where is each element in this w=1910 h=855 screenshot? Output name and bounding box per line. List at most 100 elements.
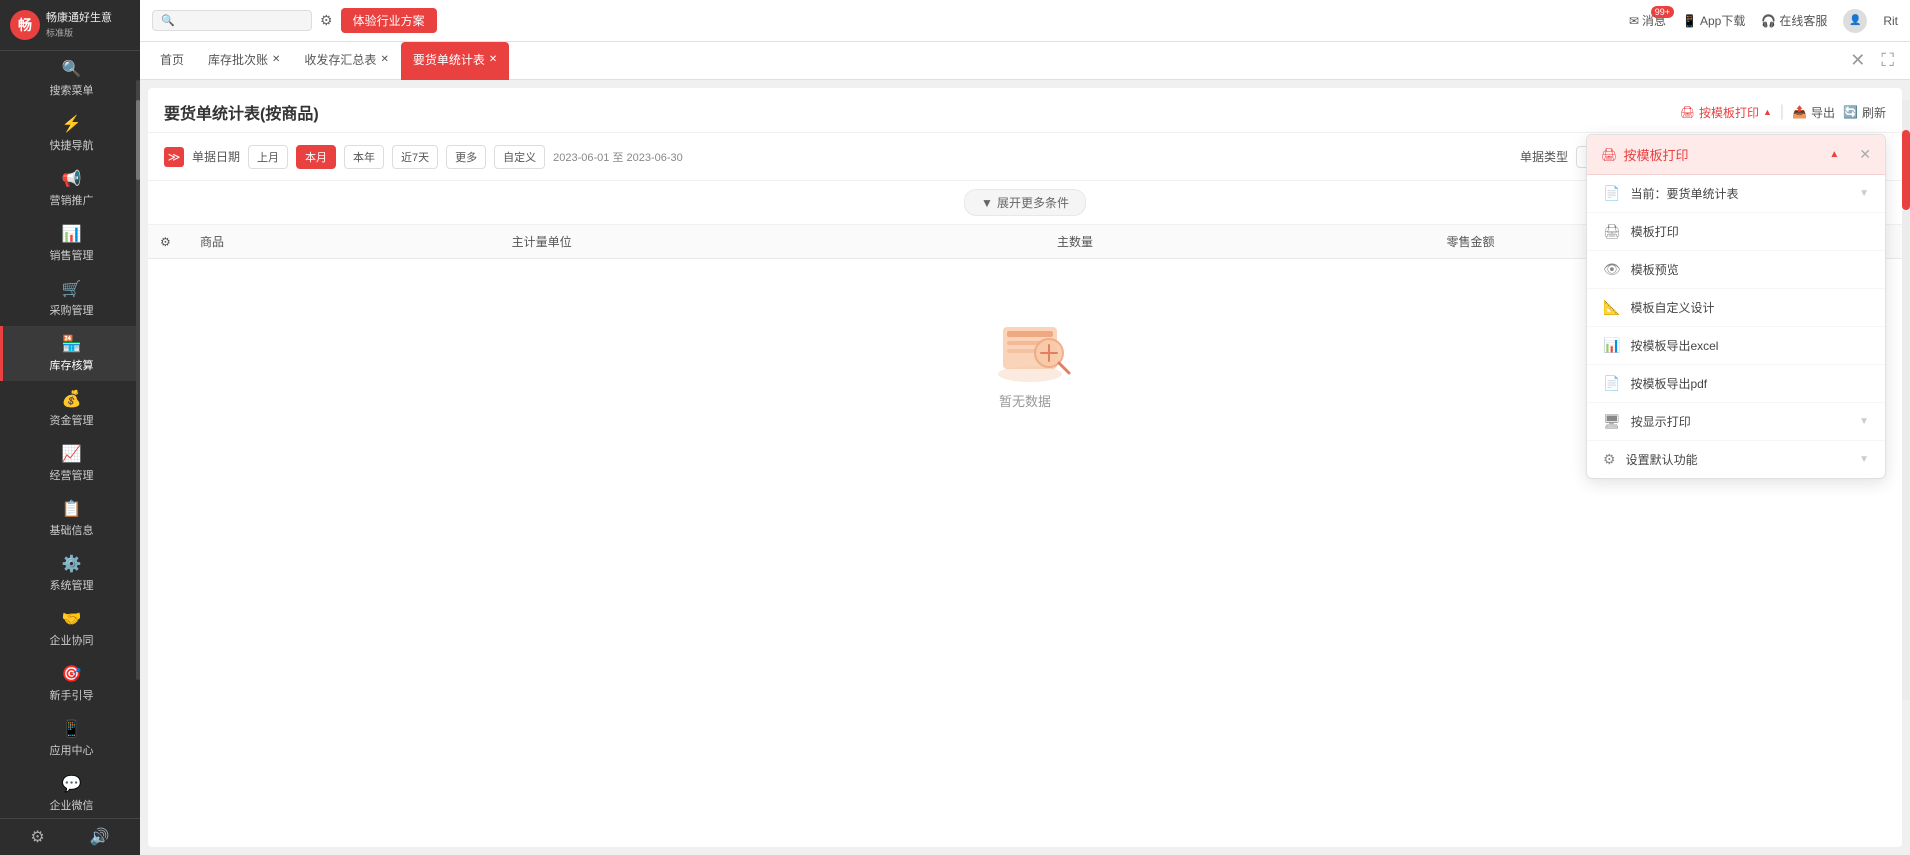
flash-icon: ⚡ [62,114,82,134]
topbar: 🔍 ⚙ 体验行业方案 ✉ 消息 99+ 📱 App下载 🎧 在线客服 👤 Rit [140,0,1910,42]
sidebar-bottom: ⚙ 🔊 [0,818,140,855]
page-header-actions: 🖨 按模板打印 ▲ | 📤 导出 🔄 刷新 [1680,103,1886,121]
date-btn-more[interactable]: 更多 [446,145,486,169]
megaphone-icon: 📢 [62,169,82,189]
user-avatar[interactable]: 👤 [1843,9,1867,33]
username[interactable]: Rit [1883,14,1898,28]
printer-header-icon: 🖨 [1601,147,1618,163]
date-btn-this-year[interactable]: 本年 [344,145,384,169]
tab-inventory-batch-label: 库存批次账 [208,51,268,68]
type-filter-label: 单据类型 [1520,148,1568,165]
tab-inventory-batch[interactable]: 库存批次账 ✕ [196,42,292,80]
col-settings-icon[interactable]: ⚙ [160,235,171,249]
sidebar-item-purchase[interactable]: 🛒 采购管理 [0,271,140,326]
sidebar-item-appstore[interactable]: 📱 应用中心 [0,711,140,766]
dropdown-template-custom[interactable]: 📐 模板自定义设计 [1587,289,1885,327]
tab-home[interactable]: 首页 [148,42,196,80]
right-scrollbar[interactable] [1902,100,1910,700]
date-btn-last-month[interactable]: 上月 [248,145,288,169]
maximize-button[interactable]: ⛶ [1873,50,1902,71]
template-print-label: 模板打印 [1631,223,1869,240]
app-download-action[interactable]: 📱 App下载 [1682,12,1745,29]
sidebar-item-collab[interactable]: 🤝 企业协同 [0,601,140,656]
sidebar-item-sales[interactable]: 📊 销售管理 [0,216,140,271]
tab-inventory-batch-close[interactable]: ✕ [272,54,280,65]
sidebar-item-quick-nav[interactable]: ⚡ 快捷导航 [0,106,140,161]
dropdown-template-preview[interactable]: 👁 模板预览 [1587,251,1885,289]
date-btn-this-month[interactable]: 本月 [296,145,336,169]
app-download-label: App下载 [1700,12,1745,29]
template-print-icon: 🖨 [1603,223,1621,240]
tab-receipt-summary[interactable]: 收发存汇总表 ✕ [292,42,400,80]
date-btn-7days[interactable]: 近7天 [392,145,438,169]
col-settings-header[interactable]: ⚙ [148,225,188,259]
sidebar-item-label: 经营管理 [50,467,94,483]
sidebar-scrollbar[interactable] [136,80,140,680]
dropdown-template-print[interactable]: 🖨 模板打印 [1587,213,1885,251]
sidebar-item-newbie[interactable]: 🎯 新手引导 [0,656,140,711]
expand-more-label: 展开更多条件 [997,194,1069,211]
template-custom-icon: 📐 [1603,299,1620,316]
sidebar-item-label: 营销推广 [50,192,94,208]
sidebar-item-label: 基础信息 [50,522,94,538]
date-btn-custom[interactable]: 自定义 [494,145,545,169]
trial-button[interactable]: 体验行业方案 [341,8,437,33]
sidebar-item-marketing[interactable]: 📢 营销推广 [0,161,140,216]
sidebar-item-finance[interactable]: 💰 资金管理 [0,381,140,436]
online-service-action[interactable]: 🎧 在线客服 [1761,12,1827,29]
tab-receipt-summary-close[interactable]: ✕ [380,54,388,65]
template-pdf-icon: 📄 [1603,375,1620,392]
sidebar-item-search[interactable]: 🔍 搜索菜单 [0,51,140,106]
dropdown-collapse-arrow[interactable]: ▲ [1829,149,1839,160]
dropdown-default-func[interactable]: ⚙ 设置默认功能 ▼ [1587,441,1885,478]
refresh-button[interactable]: 🔄 刷新 [1843,104,1886,121]
sidebar-logo[interactable]: 畅 畅康通好生意 标准版 [0,0,140,51]
sidebar-item-label: 销售管理 [50,247,94,263]
display-print-icon: 🖥 [1603,413,1621,430]
trending-icon: 📈 [62,444,82,464]
empty-icon [985,299,1065,379]
sound-icon[interactable]: 🔊 [90,827,110,847]
logo-icon: 畅 [10,10,40,40]
topbar-actions: ✉ 消息 99+ 📱 App下载 🎧 在线客服 👤 Rit [1629,9,1898,33]
sidebar-item-system[interactable]: ⚙️ 系统管理 [0,546,140,601]
filter-expand-button[interactable]: ≫ [164,147,184,167]
settings-icon[interactable]: ⚙ [320,12,333,29]
settings-bottom-icon[interactable]: ⚙ [30,827,44,847]
col-product-header: 商品 [188,225,500,259]
sidebar-item-basic[interactable]: 📋 基础信息 [0,491,140,546]
dropdown-current-template[interactable]: 📄 当前：要货单统计表 ▼ [1587,175,1885,213]
export-button[interactable]: 📤 导出 [1792,104,1835,121]
default-func-icon: ⚙ [1603,451,1616,468]
sidebar-item-inventory[interactable]: 🏪 库存核算 [0,326,140,381]
page-header: 要货单统计表(按商品) 🖨 按模板打印 ▲ | 📤 导出 🔄 刷新 [148,88,1902,133]
print-label: 按模板打印 [1699,104,1759,121]
message-action[interactable]: ✉ 消息 99+ [1629,12,1666,29]
close-all-button[interactable]: ✕ [1842,50,1873,71]
dropdown-close-button[interactable]: ✕ [1859,146,1871,163]
gear-icon: ⚙️ [62,554,82,574]
sidebar: 畅 畅康通好生意 标准版 🔍 搜索菜单 ⚡ 快捷导航 📢 营销推广 📊 销售管理… [0,0,140,855]
refresh-icon: 🔄 [1843,105,1858,119]
dropdown-display-print[interactable]: 🖥 按显示打印 ▼ [1587,403,1885,441]
avatar-icon: 👤 [1849,15,1861,26]
print-button[interactable]: 🖨 按模板打印 ▲ [1680,104,1772,121]
topbar-search[interactable]: 🔍 [152,10,312,31]
dropdown-template-pdf[interactable]: 📄 按模板导出pdf [1587,365,1885,403]
app-badge: 标准版 [46,26,112,39]
wechat-icon: 💬 [62,774,82,794]
tab-order-stats-close[interactable]: ✕ [489,54,497,65]
dropdown-template-excel[interactable]: 📊 按模板导出excel [1587,327,1885,365]
current-template-arrow: ▼ [1859,188,1869,199]
printer-icon: 🖨 [1680,105,1695,119]
tab-order-stats[interactable]: 要货单统计表 ✕ [401,42,509,80]
sidebar-item-label: 资金管理 [50,412,94,428]
sidebar-item-operations[interactable]: 📈 经营管理 [0,436,140,491]
template-preview-icon: 👁 [1603,261,1621,278]
sidebar-item-label: 搜索菜单 [50,82,94,98]
store-icon: 🏪 [62,334,82,354]
expand-more-button[interactable]: ▼ 展开更多条件 [964,189,1086,216]
cart-icon: 🛒 [62,279,82,299]
sidebar-item-wechat[interactable]: 💬 企业微信 [0,766,140,818]
print-arrow-icon: ▲ [1763,107,1772,117]
